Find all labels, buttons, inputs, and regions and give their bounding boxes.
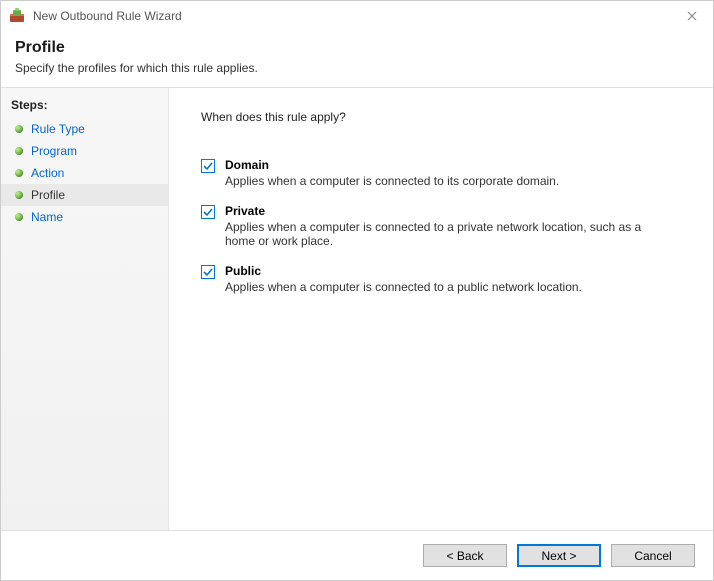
window-title: New Outbound Rule Wizard	[33, 9, 182, 23]
step-action[interactable]: Action	[1, 162, 168, 184]
main: Steps: Rule Type Program Action Profile …	[1, 88, 713, 530]
option-domain: Domain Applies when a computer is connec…	[201, 158, 685, 188]
check-icon	[203, 161, 213, 171]
header: Profile Specify the profiles for which t…	[1, 31, 713, 88]
titlebar: New Outbound Rule Wizard	[1, 1, 713, 31]
page-subtitle: Specify the profiles for which this rule…	[15, 61, 699, 75]
private-title: Private	[225, 204, 665, 218]
option-private: Private Applies when a computer is conne…	[201, 204, 685, 248]
steps-heading: Steps:	[1, 94, 168, 118]
back-button[interactable]: < Back	[423, 544, 507, 567]
option-public: Public Applies when a computer is connec…	[201, 264, 685, 294]
public-description: Applies when a computer is connected to …	[225, 280, 582, 294]
step-bullet-icon	[15, 147, 23, 155]
close-icon	[687, 11, 697, 21]
step-label: Action	[31, 166, 64, 180]
step-bullet-icon	[15, 191, 23, 199]
step-profile[interactable]: Profile	[1, 184, 168, 206]
content-prompt: When does this rule apply?	[201, 110, 685, 124]
domain-description: Applies when a computer is connected to …	[225, 174, 559, 188]
step-label: Name	[31, 210, 63, 224]
steps-sidebar: Steps: Rule Type Program Action Profile …	[1, 88, 169, 530]
content: When does this rule apply? Domain Applie…	[169, 88, 713, 530]
footer: < Back Next > Cancel	[1, 530, 713, 580]
step-bullet-icon	[15, 213, 23, 221]
public-title: Public	[225, 264, 582, 278]
public-checkbox[interactable]	[201, 265, 215, 279]
step-label: Profile	[31, 188, 65, 202]
page-title: Profile	[15, 39, 699, 57]
step-program[interactable]: Program	[1, 140, 168, 162]
step-name[interactable]: Name	[1, 206, 168, 228]
private-description: Applies when a computer is connected to …	[225, 220, 665, 248]
domain-title: Domain	[225, 158, 559, 172]
firewall-icon	[9, 8, 25, 24]
close-button[interactable]	[677, 5, 707, 27]
check-icon	[203, 267, 213, 277]
check-icon	[203, 207, 213, 217]
step-label: Rule Type	[31, 122, 85, 136]
domain-checkbox[interactable]	[201, 159, 215, 173]
next-button[interactable]: Next >	[517, 544, 601, 567]
step-bullet-icon	[15, 169, 23, 177]
step-rule-type[interactable]: Rule Type	[1, 118, 168, 140]
cancel-button[interactable]: Cancel	[611, 544, 695, 567]
step-label: Program	[31, 144, 77, 158]
private-checkbox[interactable]	[201, 205, 215, 219]
step-bullet-icon	[15, 125, 23, 133]
